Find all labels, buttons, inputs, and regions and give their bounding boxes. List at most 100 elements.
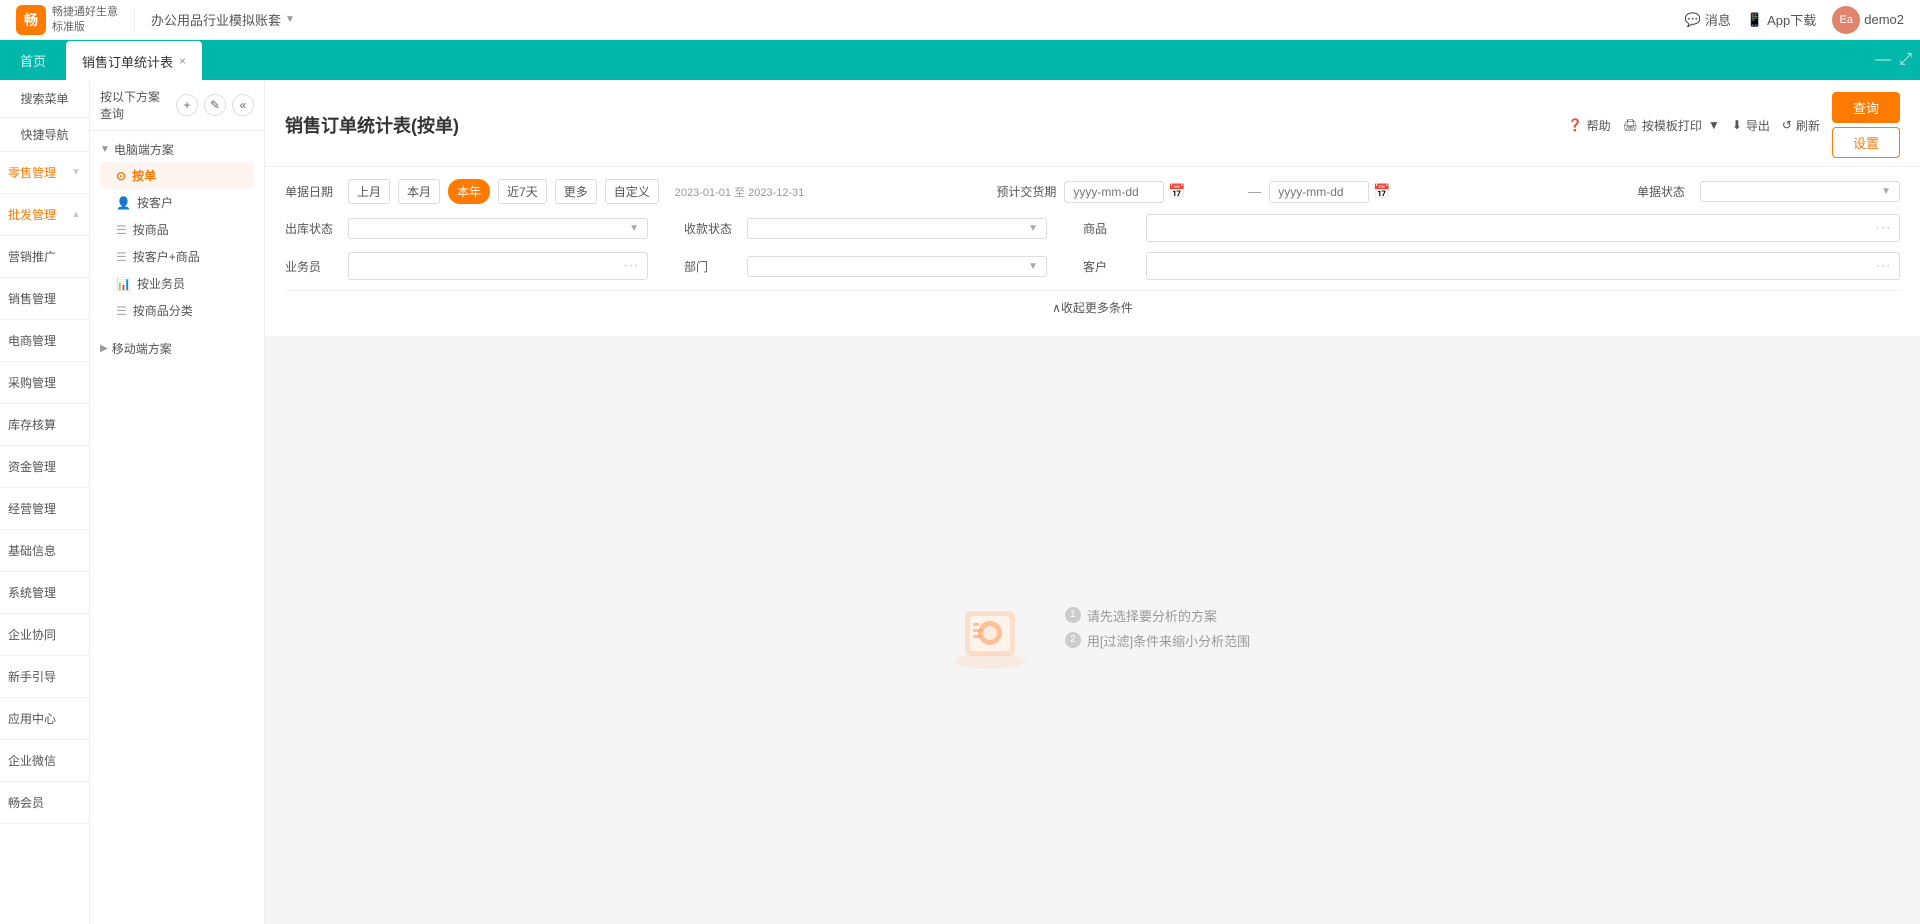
scheme-item-by-goods-label: 按商品 bbox=[133, 221, 169, 238]
empty-state: 1 请先选择要分析的方案 2 用[过滤]条件来缩小分析范围 bbox=[265, 337, 1920, 924]
export-label: 导出 bbox=[1746, 117, 1770, 134]
salesman-dots-icon[interactable]: ··· bbox=[623, 257, 639, 275]
bill-status-select[interactable]: ▼ bbox=[1700, 181, 1900, 202]
scheme-icon-order: ⊙ bbox=[116, 169, 126, 183]
panel-title: 按以下方案查询 bbox=[100, 88, 170, 122]
customer-select[interactable]: ··· bbox=[1146, 252, 1900, 280]
help-label: 帮助 bbox=[1587, 117, 1611, 134]
refresh-button[interactable]: ↺ 刷新 bbox=[1782, 117, 1820, 134]
customer-dots-icon[interactable]: ··· bbox=[1875, 257, 1891, 275]
top-header: 畅 畅捷通好生意 标准版 办公用品行业模拟账套 ▼ 💬 消息 📱 App下载 E… bbox=[0, 0, 1920, 40]
collapse-panel-button[interactable]: « bbox=[232, 94, 254, 116]
scheme-item-by-customer-goods[interactable]: ☰ 按客户+商品 bbox=[100, 243, 254, 270]
scheme-item-by-customer[interactable]: 👤 按客户 bbox=[100, 189, 254, 216]
sidebar-item-member-label: 畅会员 bbox=[8, 794, 44, 811]
collapse-icon: ∧ bbox=[1052, 301, 1061, 315]
date-separator: — bbox=[1248, 184, 1261, 199]
customer-label: 客户 bbox=[1083, 258, 1138, 275]
date-btn-7days[interactable]: 近7天 bbox=[498, 179, 547, 204]
sidebar-item-retail[interactable]: 零售管理 ▼ bbox=[0, 152, 89, 194]
scheme-item-by-salesman[interactable]: 📊 按业务员 bbox=[100, 270, 254, 297]
edit-scheme-button[interactable]: ✎ bbox=[204, 94, 226, 116]
print-icon: 🖨 bbox=[1623, 118, 1638, 132]
payment-status-select[interactable]: ▼ bbox=[747, 218, 1047, 239]
out-status-select[interactable]: ▼ bbox=[348, 218, 648, 239]
sidebar-item-ecommerce[interactable]: 电商管理 bbox=[0, 320, 89, 362]
user-name-label: demo2 bbox=[1864, 12, 1904, 27]
goods-dots-icon[interactable]: ··· bbox=[1875, 219, 1891, 237]
salesman-select[interactable]: ··· bbox=[348, 252, 648, 280]
date-btn-this-year[interactable]: 本年 bbox=[448, 179, 490, 204]
tab-home[interactable]: 首页 bbox=[0, 40, 66, 80]
refresh-label: 刷新 bbox=[1796, 117, 1820, 134]
dept-label: 部门 bbox=[684, 258, 739, 275]
sidebar-item-basic[interactable]: 基础信息 bbox=[0, 530, 89, 572]
collapse-filters-button[interactable]: ∧ 收起更多条件 bbox=[285, 290, 1900, 324]
date-btn-custom[interactable]: 自定义 bbox=[605, 179, 659, 204]
sidebar-item-member[interactable]: 畅会员 bbox=[0, 782, 89, 824]
tab-active[interactable]: 销售订单统计表 × bbox=[66, 41, 202, 81]
user-info[interactable]: Ea demo2 bbox=[1832, 6, 1904, 34]
message-label: 消息 bbox=[1705, 10, 1731, 29]
sidebar-item-enterprise-label: 企业协同 bbox=[8, 626, 56, 643]
scheme-group-pc-arrow: ▼ bbox=[100, 144, 110, 155]
page-header: 销售订单统计表(按单) ❓ 帮助 🖨 按模板打印 ▼ ⬇ 导出 ↺ 刷新 bbox=[265, 80, 1920, 167]
export-button[interactable]: ⬇ 导出 bbox=[1732, 117, 1770, 134]
sidebar-item-finance[interactable]: 资金管理 bbox=[0, 446, 89, 488]
tab-maximize-icon[interactable]: ⤢ bbox=[1899, 51, 1912, 69]
bill-status-label: 单据状态 bbox=[1637, 183, 1692, 200]
message-button[interactable]: 💬 消息 bbox=[1685, 10, 1731, 29]
sidebar-shortcut[interactable]: 快捷导航 bbox=[0, 118, 89, 152]
scheme-item-by-order[interactable]: ⊙ 按单 bbox=[100, 162, 254, 189]
sidebar-item-guide[interactable]: 新手引导 bbox=[0, 656, 89, 698]
expected-date-start-input[interactable] bbox=[1064, 181, 1164, 203]
sidebar-item-sales[interactable]: 销售管理 bbox=[0, 278, 89, 320]
search-button[interactable]: 查询 bbox=[1832, 92, 1900, 123]
app-selector[interactable]: 办公用品行业模拟账套 ▼ bbox=[151, 10, 295, 29]
sidebar-item-appstore[interactable]: 应用中心 bbox=[0, 698, 89, 740]
scheme-item-by-order-label: 按单 bbox=[132, 167, 156, 184]
scheme-icon-category: ☰ bbox=[116, 304, 127, 318]
expected-date-end-input[interactable] bbox=[1269, 181, 1369, 203]
scheme-icon-customer-goods: ☰ bbox=[116, 250, 127, 264]
sidebar-item-wechat[interactable]: 企业微信 bbox=[0, 740, 89, 782]
sidebar-item-wholesale[interactable]: 批发管理 ▲ bbox=[0, 194, 89, 236]
app-download-button[interactable]: 📱 App下载 bbox=[1747, 10, 1816, 29]
scheme-group-mobile-arrow: ▶ bbox=[100, 343, 108, 354]
scheme-group-pc-header[interactable]: ▼ 电脑端方案 bbox=[100, 137, 254, 162]
sidebar-item-marketing[interactable]: 营销推广 bbox=[0, 236, 89, 278]
settings-button[interactable]: 设置 bbox=[1832, 127, 1900, 158]
scheme-icon-salesman: 📊 bbox=[116, 277, 131, 291]
template-print-button[interactable]: 🖨 按模板打印 ▼ bbox=[1623, 117, 1720, 134]
scheme-item-by-category[interactable]: ☰ 按商品分类 bbox=[100, 297, 254, 324]
tab-close-icon[interactable]: × bbox=[179, 54, 186, 68]
date-btn-last-month[interactable]: 上月 bbox=[348, 179, 390, 204]
goods-label: 商品 bbox=[1083, 220, 1138, 237]
dept-select[interactable]: ▼ bbox=[747, 256, 1047, 277]
sidebar-item-guide-label: 新手引导 bbox=[8, 668, 56, 685]
help-link[interactable]: ❓ 帮助 bbox=[1568, 117, 1611, 134]
expected-date-start-wrap: 📅 bbox=[1064, 181, 1240, 203]
sidebar-item-purchase[interactable]: 采购管理 bbox=[0, 362, 89, 404]
tab-minimize-icon[interactable]: — bbox=[1875, 51, 1891, 69]
page-title: 销售订单统计表(按单) bbox=[285, 112, 459, 138]
date-btn-more[interactable]: 更多 bbox=[555, 179, 597, 204]
add-scheme-button[interactable]: + bbox=[176, 94, 198, 116]
tip-text-1: 请先选择要分析的方案 bbox=[1087, 606, 1217, 625]
scheme-group-mobile-header[interactable]: ▶ 移动端方案 bbox=[100, 336, 254, 361]
goods-select[interactable]: ··· bbox=[1146, 214, 1900, 242]
scheme-item-by-salesman-label: 按业务员 bbox=[137, 275, 185, 292]
sidebar-item-system[interactable]: 系统管理 bbox=[0, 572, 89, 614]
scheme-item-by-goods[interactable]: ☰ 按商品 bbox=[100, 216, 254, 243]
sidebar-item-enterprise[interactable]: 企业协同 bbox=[0, 614, 89, 656]
scheme-icon-customer: 👤 bbox=[116, 196, 131, 210]
sidebar-item-inventory[interactable]: 库存核算 bbox=[0, 404, 89, 446]
sidebar-item-operation[interactable]: 经营管理 bbox=[0, 488, 89, 530]
date-btn-this-month[interactable]: 本月 bbox=[398, 179, 440, 204]
sidebar-search[interactable]: 搜索菜单 bbox=[0, 80, 89, 118]
tab-bar: 首页 销售订单统计表 × — ⤢ bbox=[0, 40, 1920, 80]
app-selector-arrow-icon: ▼ bbox=[285, 14, 295, 25]
payment-status-label: 收款状态 bbox=[684, 220, 739, 237]
filter-row-status: 出库状态 ▼ 收款状态 ▼ 商品 ··· bbox=[285, 214, 1900, 242]
tip-num-2: 2 bbox=[1065, 632, 1081, 648]
